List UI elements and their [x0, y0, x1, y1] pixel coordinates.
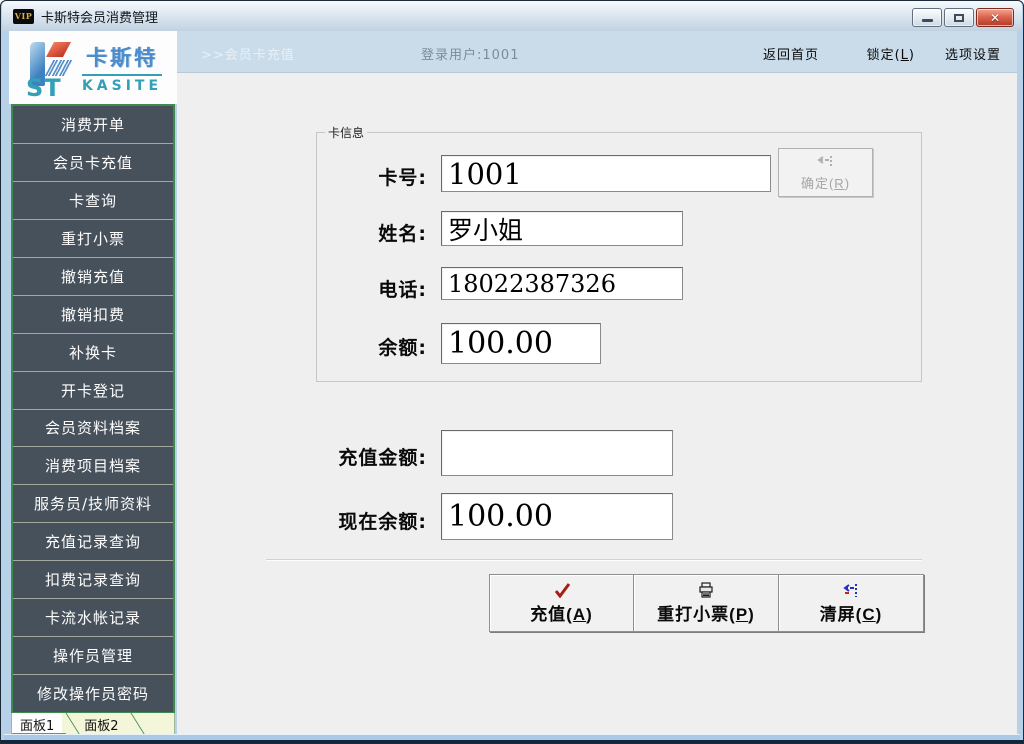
label-part: 重打小票( — [657, 605, 736, 624]
sidebar-item-deduction-records[interactable]: 扣费记录查询 — [13, 561, 173, 600]
label-part: 锁定( — [866, 48, 901, 63]
label-part: 确定( — [800, 176, 835, 191]
action-button-row: 充值(A) 重打小票(P) 清屏(C) — [489, 574, 924, 632]
logo-chinese-name: 卡斯特 — [86, 45, 158, 70]
clear-arrow-icon — [842, 581, 860, 599]
hotkey-letter: C — [862, 605, 876, 624]
logo-english-name: KASITE — [81, 73, 163, 94]
brand-logo: ST 卡斯特 KASITE — [9, 31, 177, 104]
label-part: ) — [908, 48, 915, 63]
lock-link[interactable]: 锁定(L) — [867, 44, 915, 63]
maximize-button[interactable] — [944, 8, 974, 27]
minimize-button[interactable] — [912, 8, 942, 27]
top-bar: >>会员卡充值 登录用户:1001 返回首页 锁定(L) 选项设置 — [177, 31, 1017, 73]
card-info-legend: 卡信息 — [328, 126, 365, 140]
confirm-button-label: 确定(R) — [801, 173, 850, 192]
breadcrumb: >>会员卡充值 — [201, 48, 295, 63]
sidebar-item-card-query[interactable]: 卡查询 — [13, 182, 173, 220]
options-link[interactable]: 选项设置 — [945, 44, 1001, 63]
clear-screen-button[interactable]: 清屏(C) — [779, 574, 924, 632]
logo-text: 卡斯特 KASITE — [81, 42, 163, 94]
hotkey-letter: L — [900, 48, 909, 63]
recharge-amount-input[interactable] — [441, 430, 673, 476]
label-part: ) — [875, 605, 883, 624]
sidebar-item-recharge-records[interactable]: 充值记录查询 — [13, 523, 173, 562]
enter-arrow-icon — [816, 153, 835, 171]
now-balance-input[interactable] — [441, 493, 673, 540]
vip-app-icon: VIP — [13, 8, 34, 24]
divider-line — [266, 559, 922, 561]
sidebar-item-replace-card[interactable]: 补换卡 — [13, 334, 173, 372]
sidebar-item-cancel-deduction[interactable]: 撤销扣费 — [13, 296, 173, 334]
sidebar-item-member-card-recharge[interactable]: 会员卡充值 — [13, 144, 173, 182]
home-link[interactable]: 返回首页 — [763, 44, 819, 63]
close-button[interactable]: ✕ — [976, 8, 1014, 27]
label-part: 充值( — [530, 605, 573, 624]
app-window: VIP 卡斯特会员消费管理 ✕ ST 卡斯特 KASITE 消费开单 会员卡充值… — [0, 0, 1024, 744]
balance-input[interactable] — [441, 323, 601, 364]
sidebar-item-card-transactions[interactable]: 卡流水帐记录 — [13, 599, 173, 638]
confirm-button[interactable]: 确定(R) — [778, 148, 873, 197]
window-title: 卡斯特会员消费管理 — [41, 10, 159, 26]
recharge-button[interactable]: 充值(A) — [489, 574, 634, 632]
recharge-amount-label: 充值金额: — [338, 447, 427, 469]
phone-input[interactable] — [441, 267, 683, 300]
label-part: ) — [586, 605, 593, 624]
logo-mark-icon: ST — [24, 40, 76, 102]
checkmark-icon — [553, 581, 571, 599]
name-label: 姓名: — [378, 223, 427, 245]
sidebar-item-consumption-billing[interactable]: 消费开单 — [13, 106, 173, 144]
card-no-label: 卡号: — [378, 167, 427, 189]
sidebar-menu: 消费开单 会员卡充值 卡查询 重打小票 撤销充值 撤销扣费 补换卡 开卡登记 会… — [11, 104, 175, 713]
window-controls: ✕ — [912, 8, 1014, 27]
now-balance-label: 现在余额: — [338, 511, 427, 533]
sidebar-item-change-operator-password[interactable]: 修改操作员密码 — [13, 675, 173, 712]
hotkey-letter: P — [735, 605, 749, 624]
maximize-icon — [954, 13, 964, 22]
logo-st-text: ST — [25, 73, 62, 102]
logo-red-shape — [45, 41, 71, 57]
balance-label: 余额: — [378, 337, 427, 359]
name-input[interactable] — [441, 211, 683, 246]
window-bottom-edge — [1, 740, 1023, 743]
phone-label: 电话: — [378, 279, 427, 301]
login-user-label: 登录用户:1001 — [421, 48, 520, 63]
hotkey-letter: A — [572, 605, 587, 624]
reprint-button-label: 重打小票(P) — [657, 600, 755, 625]
sidebar-item-member-profiles[interactable]: 会员资料档案 — [13, 410, 173, 448]
sidebar-item-staff-info[interactable]: 服务员/技师资料 — [13, 485, 173, 524]
sidebar-item-cancel-recharge[interactable]: 撤销充值 — [13, 258, 173, 296]
label-part: ) — [748, 605, 755, 624]
printer-icon — [697, 581, 715, 599]
label-part: ) — [844, 176, 851, 191]
hotkey-letter: R — [834, 176, 845, 191]
sidebar-item-operator-management[interactable]: 操作员管理 — [13, 637, 173, 676]
card-no-input[interactable] — [441, 155, 771, 192]
title-bar: VIP 卡斯特会员消费管理 ✕ — [2, 1, 1022, 31]
label-part: 清屏( — [819, 605, 863, 624]
minimize-icon — [921, 19, 933, 22]
reprint-receipt-button[interactable]: 重打小票(P) — [634, 574, 779, 632]
sidebar-item-reprint-receipt[interactable]: 重打小票 — [13, 220, 173, 258]
sidebar-item-consumption-items[interactable]: 消费项目档案 — [13, 447, 173, 486]
sidebar-item-card-registration[interactable]: 开卡登记 — [13, 372, 173, 410]
clear-button-label: 清屏(C) — [820, 600, 883, 625]
recharge-button-label: 充值(A) — [530, 600, 593, 625]
main-panel: 卡信息 卡号: 确定(R) 姓名: 电话: 余额: 充值金额: 现在余额: 充 — [177, 73, 1017, 736]
close-icon: ✕ — [989, 10, 1001, 25]
